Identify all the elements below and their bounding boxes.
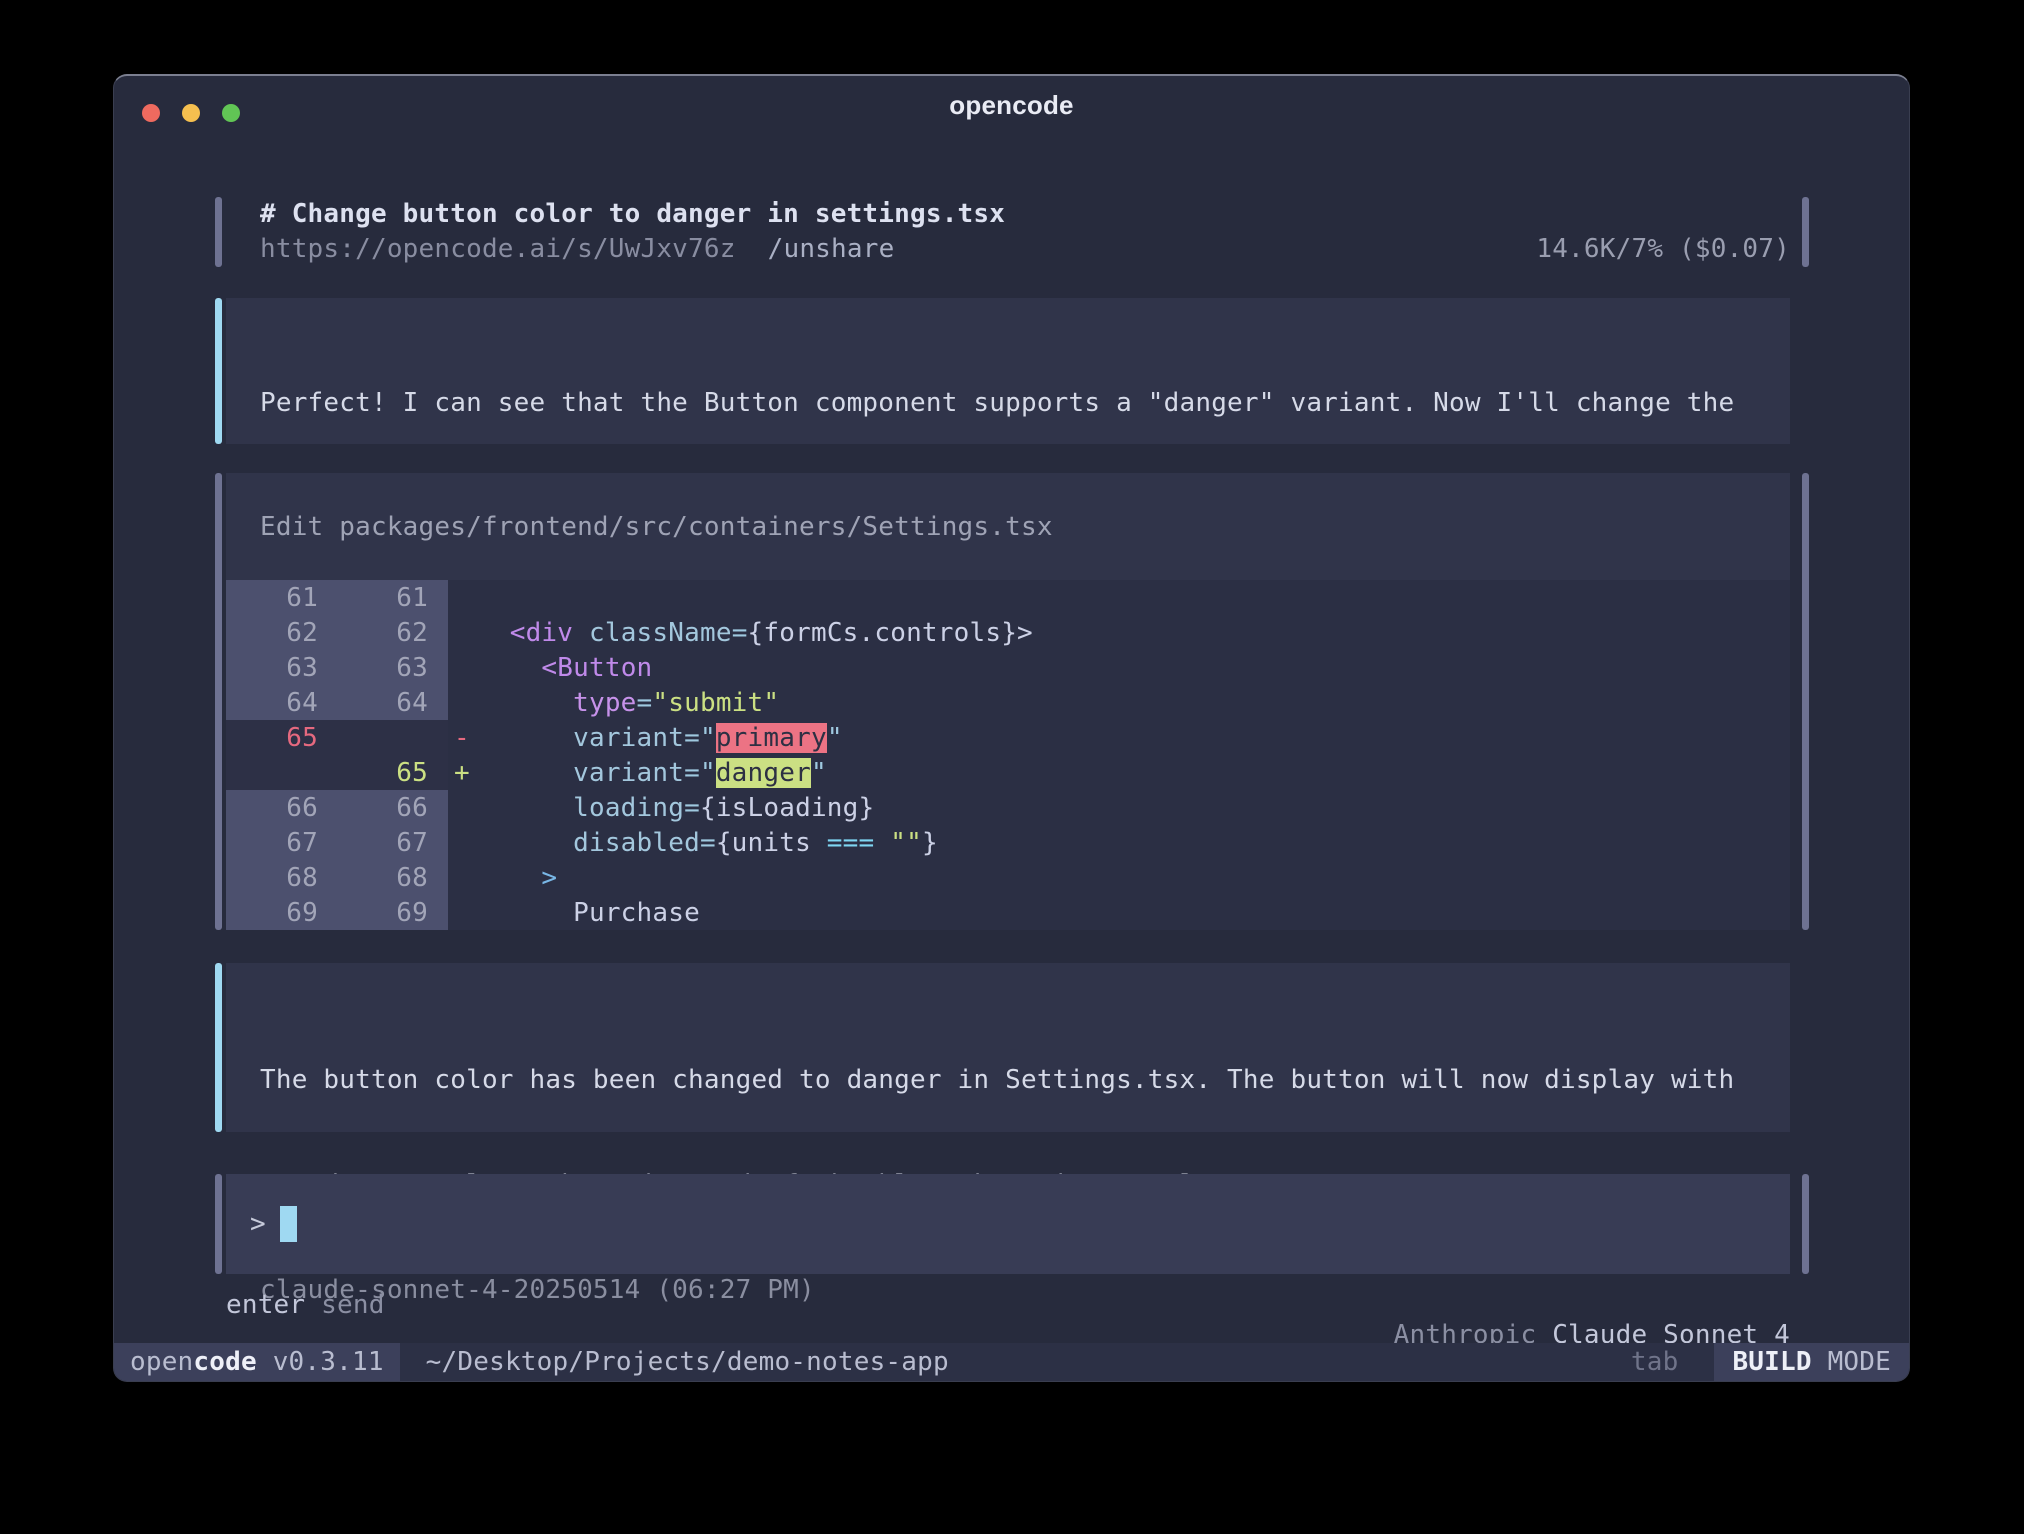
diff-row: 6363 <Button (226, 650, 1790, 685)
diff-row: 6767 disabled={units === ""} (226, 825, 1790, 860)
prompt-input[interactable]: > (226, 1174, 1790, 1274)
app-name-open: open (130, 1347, 193, 1377)
diff-row: 6868 > (226, 860, 1790, 895)
diff-marker: - (448, 723, 478, 753)
app-version: v0.3.11 (257, 1347, 384, 1377)
session-title: # Change button color to danger in setti… (260, 197, 1790, 232)
code-line: <div className={formCs.controls}> (478, 618, 1790, 648)
old-line-number: 62 (226, 618, 318, 648)
new-line-number: 64 (318, 688, 436, 718)
assistant-message: The button color has been changed to dan… (226, 963, 1790, 1132)
share-url-link[interactable]: https://opencode.ai/s/UwJxv76z (260, 232, 736, 267)
code-line: loading={isLoading} (478, 793, 1790, 823)
code-line: variant="danger" (478, 758, 1790, 788)
new-line-number: 63 (318, 653, 436, 683)
diff-row: 6666 loading={isLoading} (226, 790, 1790, 825)
session-right-rail (1802, 197, 1809, 267)
old-line-number: 69 (226, 898, 318, 928)
diff-row: 6161 (226, 580, 1790, 615)
session-left-rail (215, 197, 222, 267)
tab-key-hint: tab (1631, 1347, 1679, 1377)
code-line: type="submit" (478, 688, 1790, 718)
status-bar: opencode v0.3.11 ~/Desktop/Projects/demo… (114, 1343, 1909, 1381)
diff-view: 61616262 <div className={formCs.controls… (226, 580, 1790, 930)
edit-right-rail (1802, 473, 1809, 930)
prompt-chevron: > (250, 1209, 266, 1239)
working-directory: ~/Desktop/Projects/demo-notes-app (426, 1347, 949, 1377)
code-line: variant="primary" (478, 723, 1790, 753)
diff-row: 6464 type="submit" (226, 685, 1790, 720)
unshare-link[interactable]: /unshare (768, 232, 895, 267)
edit-file-path: Edit packages/frontend/src/containers/Se… (226, 473, 1790, 580)
diff-marker: + (448, 758, 478, 788)
old-line-number: 66 (226, 793, 318, 823)
app-version-segment: opencode v0.3.11 (114, 1343, 400, 1381)
new-line-number: 66 (318, 793, 436, 823)
old-line-number: 64 (226, 688, 318, 718)
app-name-code: code (193, 1347, 256, 1377)
old-line-number: 68 (226, 863, 318, 893)
new-line-number: 61 (318, 583, 436, 613)
message-accent-rail (215, 298, 222, 444)
new-line-number: 62 (318, 618, 436, 648)
code-line: Purchase (478, 898, 1790, 928)
old-line-number: 65 (226, 723, 318, 753)
old-line-number: 67 (226, 828, 318, 858)
new-line-number: 65 (318, 758, 436, 788)
new-line-number: 68 (318, 863, 436, 893)
mode-toggle[interactable]: BUILD MODE (1714, 1343, 1909, 1381)
opencode-window: opencode # Change button color to danger… (113, 74, 1910, 1382)
mode-name: BUILD (1732, 1347, 1827, 1377)
assistant-message: Perfect! I can see that the Button compo… (226, 298, 1790, 444)
window-title: opencode (114, 76, 1909, 134)
edit-tool-block: Edit packages/frontend/src/containers/Se… (226, 473, 1790, 930)
mode-suffix: MODE (1828, 1347, 1891, 1377)
context-stats: 14.6K/7% ($0.07) (1536, 232, 1790, 267)
input-right-rail (1802, 1174, 1809, 1274)
session-header: # Change button color to danger in setti… (260, 197, 1790, 267)
diff-row: 65 + variant="danger" (226, 755, 1790, 790)
text-cursor (280, 1206, 297, 1242)
code-line: <Button (478, 653, 1790, 683)
code-line: disabled={units === ""} (478, 828, 1790, 858)
input-left-rail (215, 1174, 222, 1274)
new-line-number: 69 (318, 898, 436, 928)
diff-row: 6969 Purchase (226, 895, 1790, 930)
edit-left-rail (215, 473, 222, 930)
message-line: Perfect! I can see that the Button compo… (260, 386, 1790, 421)
old-line-number: 61 (226, 583, 318, 613)
titlebar: opencode (114, 76, 1909, 134)
message-line: The button color has been changed to dan… (260, 1063, 1790, 1098)
new-line-number: 67 (318, 828, 436, 858)
old-line-number: 63 (226, 653, 318, 683)
code-line: > (478, 863, 1790, 893)
diff-row: 6262 <div className={formCs.controls}> (226, 615, 1790, 650)
diff-row: 65 - variant="primary" (226, 720, 1790, 755)
message-accent-rail (215, 963, 222, 1132)
